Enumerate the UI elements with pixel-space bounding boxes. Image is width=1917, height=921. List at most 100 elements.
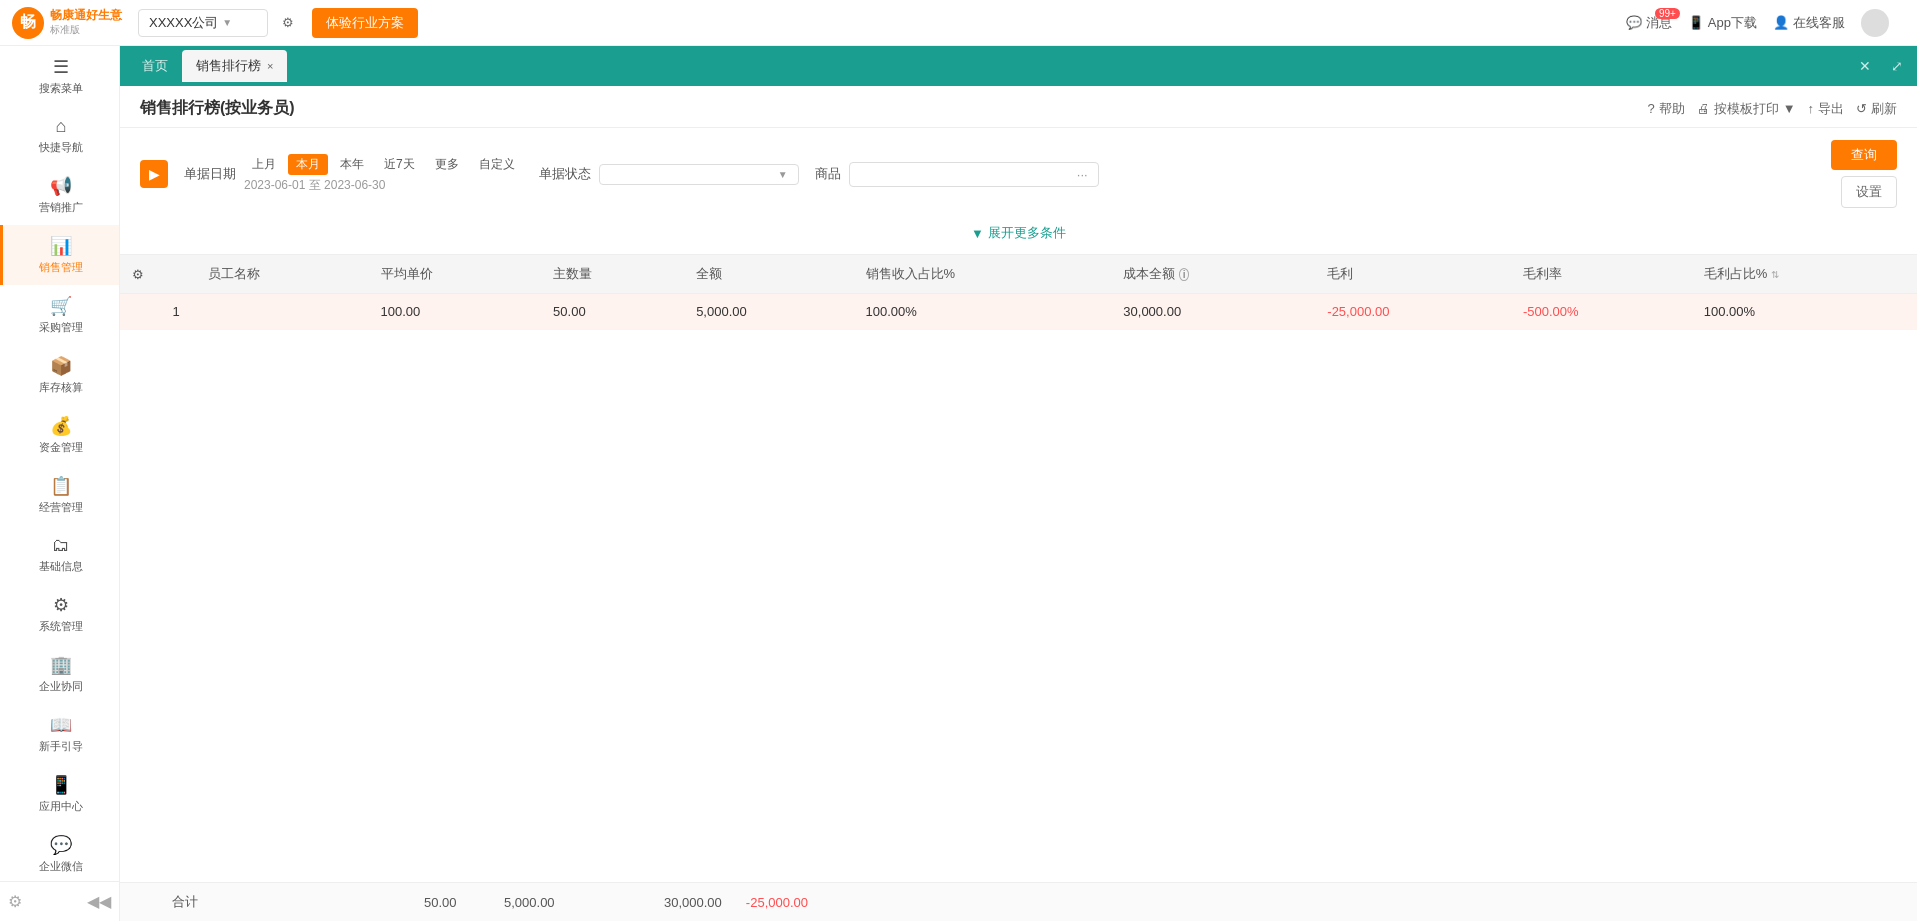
col-employee: 员工名称	[196, 255, 369, 294]
tab-close-btn[interactable]: ✕	[1853, 54, 1877, 78]
date-tab-this-month[interactable]: 本月	[288, 154, 328, 175]
sidebar-item-label: 应用中心	[39, 799, 83, 814]
tab-sales-ranking[interactable]: 销售排行榜 ×	[182, 50, 287, 82]
sidebar-item-search[interactable]: ☰ 搜索菜单	[0, 46, 119, 106]
footer-label: 合计	[132, 893, 332, 911]
tab-restore-btn[interactable]: ⤢	[1885, 54, 1909, 78]
sidebar-item-enterprise[interactable]: 🏢 企业协同	[0, 644, 119, 704]
table-body: 1 100.00 50.00 5,000.00 100.00% 30,000.0…	[120, 294, 1917, 330]
date-filter-controls: 上月 本月 本年 近7天 更多 自定义 2023-06-01 至 2023-06…	[244, 154, 523, 194]
finance-icon: 💰	[50, 415, 72, 437]
sidebar-item-guide[interactable]: 📖 新手引导	[0, 704, 119, 764]
col-gross-rate: 毛利率	[1511, 255, 1692, 294]
print-label: 按模板打印	[1714, 100, 1779, 118]
sidebar-item-label: 新手引导	[39, 739, 83, 754]
system-icon: ⚙	[53, 594, 69, 616]
app-download-label: App下载	[1708, 14, 1757, 32]
tab-active-label: 销售排行榜	[196, 57, 261, 75]
settings-icon[interactable]: ⚙	[274, 9, 302, 37]
refresh-button[interactable]: ↺ 刷新	[1856, 100, 1897, 118]
col-rank	[156, 255, 196, 294]
sidebar-item-label: 销售管理	[39, 260, 83, 275]
trial-button[interactable]: 体验行业方案	[312, 8, 418, 38]
logo-text-block: 畅康通好生意 标准版	[50, 8, 122, 38]
cell-gross-rate: -500.00%	[1511, 294, 1692, 330]
app-download-button[interactable]: 📱 App下载	[1688, 14, 1757, 32]
footer-amount: 5,000.00	[492, 895, 572, 910]
message-button[interactable]: 💬 消息 99+	[1626, 14, 1672, 32]
enterprise-icon: 🏢	[50, 654, 72, 676]
download-icon: 📱	[1688, 15, 1704, 30]
app-name: 畅康通好生意	[50, 8, 122, 24]
sidebar: ☰ 搜索菜单 ⌂ 快捷导航 📢 营销推广 📊 销售管理 🛒 采购管理	[0, 46, 120, 921]
sidebar-item-sales[interactable]: 📊 销售管理	[0, 225, 119, 285]
cell-rank: 1	[156, 294, 196, 330]
tab-close-icon[interactable]: ×	[267, 60, 273, 72]
help-button[interactable]: ? 帮助	[1647, 100, 1684, 118]
sidebar-item-system[interactable]: ⚙ 系统管理	[0, 584, 119, 644]
date-filter-item: 单据日期 上月 本月 本年 近7天 更多 自定义 2023-06-01 至 20…	[184, 154, 523, 194]
sidebar-item-appstore[interactable]: 📱 应用中心	[0, 764, 119, 824]
content-area: 首页 销售排行榜 × ✕ ⤢ 销售排行榜(按业务员) ? 帮助	[120, 46, 1917, 921]
export-button[interactable]: ↑ 导出	[1808, 100, 1845, 118]
sidebar-item-basics[interactable]: 🗂 基础信息	[0, 525, 119, 584]
col-settings[interactable]: ⚙	[120, 255, 156, 294]
cell-settings[interactable]	[120, 294, 156, 330]
tab-home-label: 首页	[142, 57, 168, 75]
message-badge: 99+	[1655, 8, 1680, 19]
date-tab-7days[interactable]: 近7天	[376, 154, 423, 175]
sidebar-item-finance[interactable]: 💰 资金管理	[0, 405, 119, 465]
online-service-button[interactable]: 👤 在线客服	[1773, 14, 1845, 32]
expand-arrow-button[interactable]: ▶	[140, 160, 168, 188]
sidebar-item-marketing[interactable]: 📢 营销推广	[0, 165, 119, 225]
status-filter-select[interactable]: ▼	[599, 164, 799, 185]
goods-filter-input[interactable]: ···	[849, 162, 1099, 187]
purchase-icon: 🛒	[50, 295, 72, 317]
top-bar: 畅 畅康通好生意 标准版 XXXXX公司 ▼ ⚙ 体验行业方案 💬 消息 99+…	[0, 0, 1917, 46]
app-edition: 标准版	[50, 23, 122, 37]
sidebar-item-inventory[interactable]: 📦 库存核算	[0, 345, 119, 405]
table-area: ⚙ 员工名称 平均单价 主数量 全额 销售收入占比% 成本全额 i 毛利 毛利率…	[120, 255, 1917, 882]
date-tab-this-year[interactable]: 本年	[332, 154, 372, 175]
sidebar-settings-icon[interactable]: ⚙	[8, 892, 22, 911]
company-selector[interactable]: XXXXX公司 ▼	[138, 9, 268, 37]
sidebar-item-label: 快捷导航	[39, 140, 83, 155]
footer-row: 合计 50.00 5,000.00 30,000.00 -25,000.00	[132, 893, 1905, 911]
cell-avg-price: 100.00	[369, 294, 542, 330]
sidebar-item-label: 企业微信	[39, 859, 83, 874]
filter-row: ▶ 单据日期 上月 本月 本年 近7天 更多 自定义	[140, 140, 1897, 208]
export-label: 导出	[1818, 100, 1844, 118]
date-tab-last-month[interactable]: 上月	[244, 154, 284, 175]
query-button[interactable]: 查询	[1831, 140, 1897, 170]
sidebar-item-wechat[interactable]: 💬 企业微信	[0, 824, 119, 881]
tab-home[interactable]: 首页	[128, 50, 182, 82]
date-tabs: 上月 本月 本年 近7天 更多 自定义	[244, 154, 523, 175]
cell-amount: 5,000.00	[684, 294, 853, 330]
date-tab-more[interactable]: 更多	[427, 154, 467, 175]
operations-icon: 📋	[50, 475, 72, 497]
page-header: 销售排行榜(按业务员) ? 帮助 🖨 按模板打印 ▼ ↑ 导出	[120, 86, 1917, 128]
basics-icon: 🗂	[52, 535, 70, 556]
cell-qty: 50.00	[541, 294, 684, 330]
goods-filter-item: 商品 ···	[815, 162, 1099, 187]
footer-cost: 30,000.00	[652, 895, 734, 910]
date-range-text: 2023-06-01 至 2023-06-30	[244, 177, 523, 194]
print-button[interactable]: 🖨 按模板打印 ▼	[1697, 100, 1796, 118]
sidebar-item-operations[interactable]: 📋 经营管理	[0, 465, 119, 525]
expand-more-button[interactable]: ▼ 展开更多条件	[971, 224, 1066, 242]
sidebar-collapse-icon[interactable]: ◀◀	[87, 892, 111, 911]
avatar[interactable]	[1861, 9, 1889, 37]
cell-employee	[196, 294, 369, 330]
home-icon: ⌂	[56, 116, 67, 137]
sidebar-menu: ☰ 搜索菜单 ⌂ 快捷导航 📢 营销推广 📊 销售管理 🛒 采购管理	[0, 46, 119, 881]
status-filter-item: 单据状态 ▼	[539, 164, 799, 185]
date-tab-custom[interactable]: 自定义	[471, 154, 523, 175]
sidebar-item-label: 企业协同	[39, 679, 83, 694]
table-row: 1 100.00 50.00 5,000.00 100.00% 30,000.0…	[120, 294, 1917, 330]
sidebar-item-shortcuts[interactable]: ⌂ 快捷导航	[0, 106, 119, 165]
table-settings-button[interactable]: 设置	[1841, 176, 1897, 208]
query-actions: 查询 设置	[1831, 140, 1897, 208]
sidebar-item-label: 库存核算	[39, 380, 83, 395]
sidebar-item-purchase[interactable]: 🛒 采购管理	[0, 285, 119, 345]
expand-chevron-icon: ▼	[971, 226, 984, 241]
